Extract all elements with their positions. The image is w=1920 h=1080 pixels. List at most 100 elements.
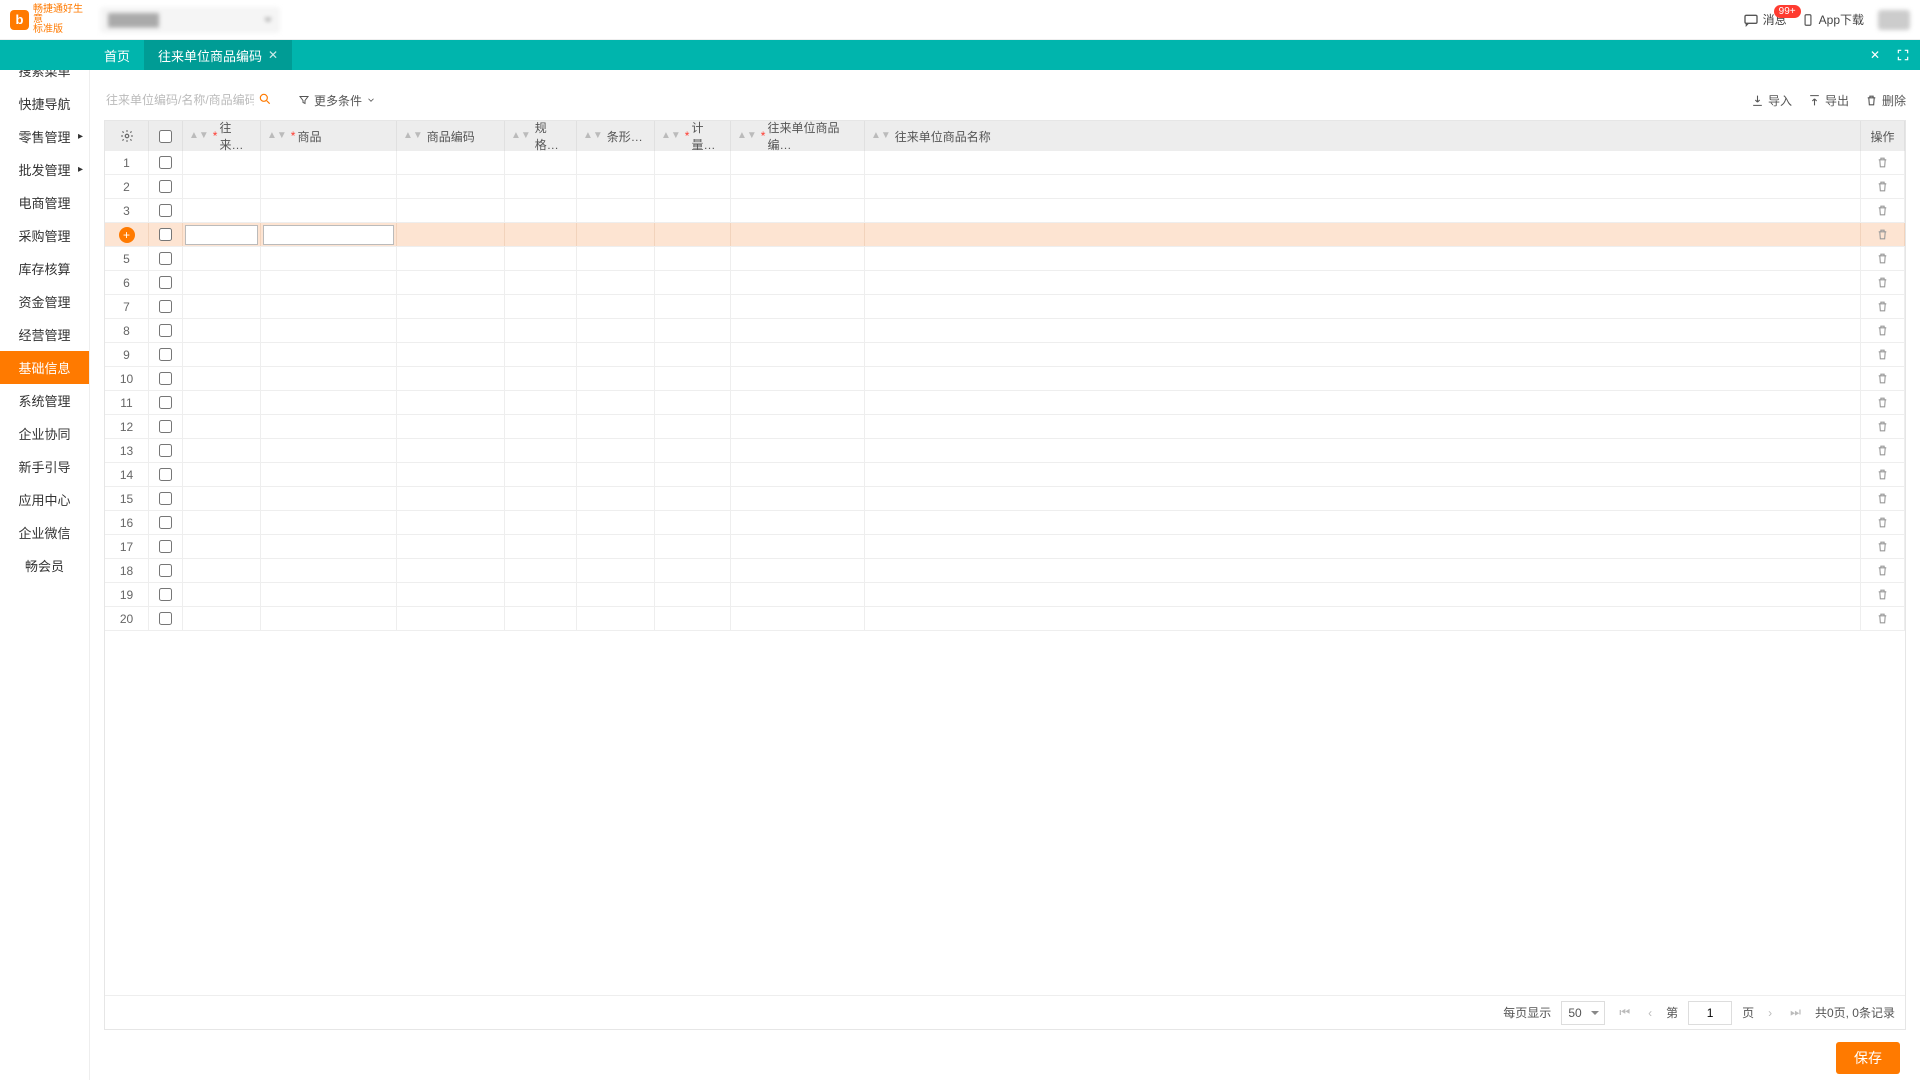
sidebar-item-8[interactable]: 经营管理 bbox=[0, 318, 89, 351]
cell-unit-code[interactable] bbox=[731, 199, 865, 222]
cell-unit[interactable] bbox=[183, 367, 261, 390]
cell-unit-name[interactable] bbox=[865, 583, 1861, 606]
cell-barcode[interactable] bbox=[577, 511, 655, 534]
cell-measure[interactable] bbox=[655, 223, 731, 246]
sidebar-item-5[interactable]: 采购管理 bbox=[0, 219, 89, 252]
cell-product-code[interactable] bbox=[397, 199, 505, 222]
cell-spec[interactable] bbox=[505, 463, 577, 486]
cell-measure[interactable] bbox=[655, 415, 731, 438]
sidebar-item-12[interactable]: 新手引导 bbox=[0, 450, 89, 483]
cell-unit-name[interactable] bbox=[865, 487, 1861, 510]
table-row[interactable]: 3 bbox=[105, 199, 1905, 223]
column-product[interactable]: ▲▼*商品 bbox=[261, 121, 397, 151]
row-checkbox[interactable] bbox=[159, 180, 172, 193]
cell-measure[interactable] bbox=[655, 391, 731, 414]
cell-unit-code[interactable] bbox=[731, 535, 865, 558]
cell-unit-code[interactable] bbox=[731, 223, 865, 246]
table-row[interactable]: 2 bbox=[105, 175, 1905, 199]
column-unit[interactable]: ▲▼*往来… bbox=[183, 121, 261, 151]
page-input[interactable] bbox=[1688, 1001, 1732, 1025]
cell-product[interactable] bbox=[261, 487, 397, 510]
cell-barcode[interactable] bbox=[577, 247, 655, 270]
cell-product-code[interactable] bbox=[397, 223, 505, 246]
table-row[interactable]: 9 bbox=[105, 343, 1905, 367]
cell-product-code[interactable] bbox=[397, 607, 505, 630]
cell-measure[interactable] bbox=[655, 151, 731, 174]
row-delete-icon[interactable] bbox=[1876, 180, 1889, 193]
cell-spec[interactable] bbox=[505, 607, 577, 630]
cell-unit-name[interactable] bbox=[865, 343, 1861, 366]
row-delete-icon[interactable] bbox=[1876, 348, 1889, 361]
cell-unit[interactable] bbox=[183, 415, 261, 438]
cell-spec[interactable] bbox=[505, 223, 577, 246]
sidebar-item-6[interactable]: 库存核算 bbox=[0, 252, 89, 285]
cell-unit-code[interactable] bbox=[731, 391, 865, 414]
row-checkbox[interactable] bbox=[159, 420, 172, 433]
row-delete-icon[interactable] bbox=[1876, 564, 1889, 577]
column-barcode[interactable]: ▲▼条形… bbox=[577, 121, 655, 151]
row-delete-icon[interactable] bbox=[1876, 492, 1889, 505]
search-input[interactable] bbox=[104, 87, 274, 113]
row-checkbox[interactable] bbox=[159, 588, 172, 601]
row-checkbox[interactable] bbox=[159, 444, 172, 457]
cell-unit[interactable] bbox=[183, 247, 261, 270]
cell-unit-code[interactable] bbox=[731, 511, 865, 534]
column-measure[interactable]: ▲▼*计量… bbox=[655, 121, 731, 151]
cell-unit[interactable] bbox=[183, 487, 261, 510]
cell-unit[interactable] bbox=[183, 223, 261, 246]
row-checkbox[interactable] bbox=[159, 492, 172, 505]
table-row[interactable]: + bbox=[105, 223, 1905, 247]
export-button[interactable]: 导出 bbox=[1808, 92, 1849, 109]
cell-product[interactable] bbox=[261, 343, 397, 366]
table-row[interactable]: 17 bbox=[105, 535, 1905, 559]
table-row[interactable]: 16 bbox=[105, 511, 1905, 535]
cell-measure[interactable] bbox=[655, 319, 731, 342]
cell-product[interactable] bbox=[261, 511, 397, 534]
row-checkbox[interactable] bbox=[159, 372, 172, 385]
per-page-select[interactable]: 50 bbox=[1561, 1001, 1605, 1025]
row-checkbox[interactable] bbox=[159, 228, 172, 241]
cell-unit-name[interactable] bbox=[865, 559, 1861, 582]
cell-barcode[interactable] bbox=[577, 415, 655, 438]
sidebar-item-4[interactable]: 电商管理 bbox=[0, 186, 89, 219]
row-delete-icon[interactable] bbox=[1876, 300, 1889, 313]
cell-spec[interactable] bbox=[505, 487, 577, 510]
cell-unit-code[interactable] bbox=[731, 367, 865, 390]
cell-product[interactable] bbox=[261, 175, 397, 198]
cell-product-code[interactable] bbox=[397, 319, 505, 342]
cell-unit-name[interactable] bbox=[865, 175, 1861, 198]
sidebar-item-3[interactable]: 批发管理▸ bbox=[0, 153, 89, 186]
table-row[interactable]: 7 bbox=[105, 295, 1905, 319]
cell-barcode[interactable] bbox=[577, 319, 655, 342]
cell-measure[interactable] bbox=[655, 535, 731, 558]
row-checkbox[interactable] bbox=[159, 540, 172, 553]
cell-product[interactable] bbox=[261, 223, 397, 246]
cell-unit-name[interactable] bbox=[865, 199, 1861, 222]
cell-spec[interactable] bbox=[505, 415, 577, 438]
cell-barcode[interactable] bbox=[577, 535, 655, 558]
row-delete-icon[interactable] bbox=[1876, 228, 1889, 241]
table-row[interactable]: 1 bbox=[105, 151, 1905, 175]
cell-barcode[interactable] bbox=[577, 559, 655, 582]
save-button[interactable]: 保存 bbox=[1836, 1042, 1900, 1074]
cell-unit-code[interactable] bbox=[731, 343, 865, 366]
table-row[interactable]: 20 bbox=[105, 607, 1905, 631]
sidebar-item-2[interactable]: 零售管理▸ bbox=[0, 120, 89, 153]
cell-input-unit[interactable] bbox=[185, 225, 258, 245]
cell-unit-code[interactable] bbox=[731, 247, 865, 270]
cell-product-code[interactable] bbox=[397, 367, 505, 390]
cell-measure[interactable] bbox=[655, 271, 731, 294]
cell-measure[interactable] bbox=[655, 463, 731, 486]
row-checkbox[interactable] bbox=[159, 300, 172, 313]
page-next[interactable]: › bbox=[1764, 1006, 1776, 1020]
cell-unit-code[interactable] bbox=[731, 487, 865, 510]
cell-barcode[interactable] bbox=[577, 295, 655, 318]
row-delete-icon[interactable] bbox=[1876, 204, 1889, 217]
row-delete-icon[interactable] bbox=[1876, 252, 1889, 265]
cell-product[interactable] bbox=[261, 559, 397, 582]
row-delete-icon[interactable] bbox=[1876, 516, 1889, 529]
cell-barcode[interactable] bbox=[577, 271, 655, 294]
app-download-button[interactable]: App下载 bbox=[1801, 11, 1864, 28]
row-delete-icon[interactable] bbox=[1876, 324, 1889, 337]
messages-button[interactable]: 消息 99+ bbox=[1743, 11, 1787, 28]
